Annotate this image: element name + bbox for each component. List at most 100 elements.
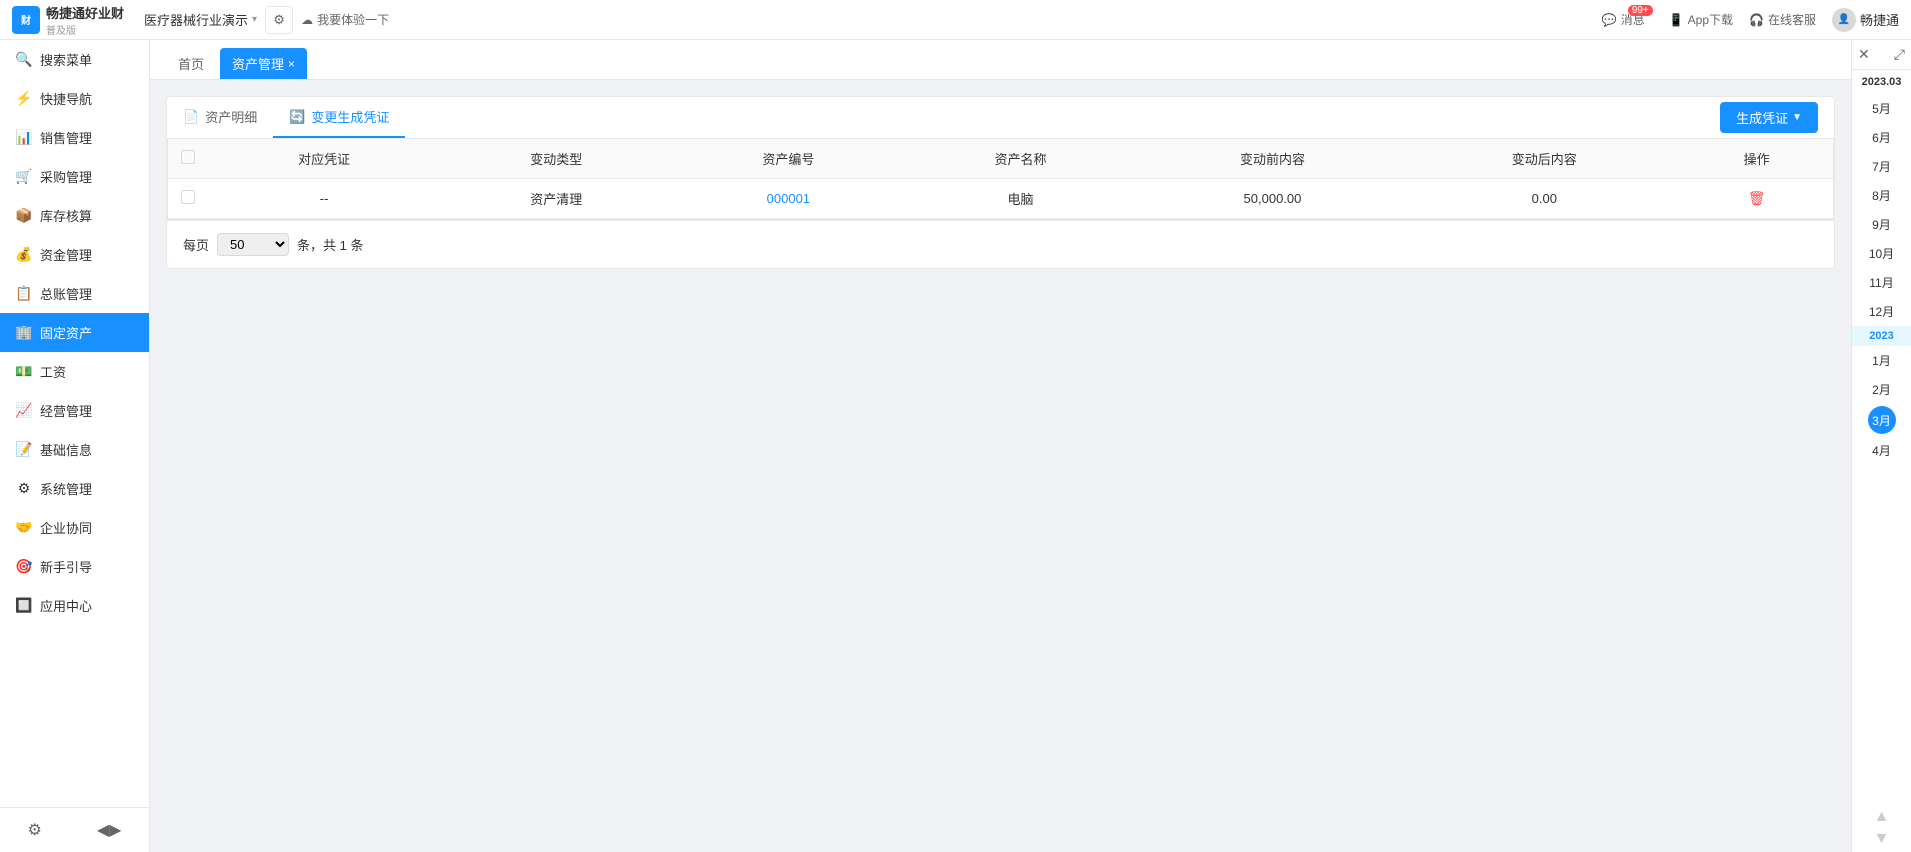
message-button[interactable]: 💬 消息 99+ xyxy=(1602,11,1645,28)
scroll-up-icon[interactable]: ▲ xyxy=(1874,808,1890,826)
sidebar-item-salary[interactable]: 💵 工资 xyxy=(0,352,149,391)
sidebar-item-ledger[interactable]: 📋 总账管理 xyxy=(0,274,149,313)
sidebar-item-operations[interactable]: 📈 经营管理 xyxy=(0,391,149,430)
month-item-2[interactable]: 2月 xyxy=(1852,375,1911,404)
sidebar: 🔍 搜索菜单 ⚡ 快捷导航 📊 销售管理 🛒 采购管理 📦 库存核算 💰 xyxy=(0,40,150,852)
table-header-row: 对应凭证 变动类型 资产编号 资产名称 变动前内容 变动后内容 操作 xyxy=(168,139,1833,179)
month-item-1[interactable]: 1月 xyxy=(1852,346,1911,375)
sub-tab-change-voucher[interactable]: 🔄 变更生成凭证 xyxy=(273,97,405,138)
year-month-label: 2023.03 xyxy=(1852,70,1911,94)
sidebar-item-label: 企业协同 xyxy=(40,518,92,537)
company-selector[interactable]: 医疗器械行业演示 ▾ xyxy=(144,10,257,29)
app-name: 畅捷通好业财 xyxy=(46,3,124,22)
row-operation-cell: 🗑 xyxy=(1680,179,1833,219)
row-before-change: 50,000.00 xyxy=(1137,179,1409,219)
panel-nav: ▲ ▼ xyxy=(1870,804,1894,852)
th-operation: 操作 xyxy=(1680,139,1833,179)
sidebar-item-basic-info[interactable]: 📝 基础信息 xyxy=(0,430,149,469)
generate-voucher-button[interactable]: 生成凭证 ▼ xyxy=(1720,102,1818,133)
row-checkbox-cell xyxy=(168,179,208,219)
salary-icon: 💵 xyxy=(16,364,32,380)
handshake-icon: 🤝 xyxy=(16,520,32,536)
sub-tabs: 📄 资产明细 🔄 变更生成凭证 xyxy=(167,97,405,138)
main-card: 📄 资产明细 🔄 变更生成凭证 生成凭证 ▼ xyxy=(166,96,1835,269)
sidebar-item-search[interactable]: 🔍 搜索菜单 xyxy=(0,40,149,79)
sidebar-item-funds[interactable]: 💰 资金管理 xyxy=(0,235,149,274)
logo-area: 财 畅捷通好业财 普及版 xyxy=(12,3,124,37)
sidebar-item-label: 采购管理 xyxy=(40,167,92,186)
month-item-3-active[interactable]: 3月 xyxy=(1868,406,1896,434)
sidebar-item-purchase[interactable]: 🛒 采购管理 xyxy=(0,157,149,196)
customer-service-button[interactable]: 🎧 在线客服 xyxy=(1749,11,1816,28)
month-item-4[interactable]: 4月 xyxy=(1852,436,1911,465)
tab-home[interactable]: 首页 xyxy=(166,48,216,79)
right-panel: ✕ ⤢ 2023.03 5月 6月 7月 8月 9月 10月 11 xyxy=(1851,40,1911,852)
sidebar-item-fixed-assets[interactable]: 🏢 固定资产 xyxy=(0,313,149,352)
row-asset-name: 电脑 xyxy=(904,179,1136,219)
scroll-down-icon[interactable]: ▼ xyxy=(1874,830,1890,848)
month-item-7[interactable]: 7月 xyxy=(1852,152,1911,181)
settings-bottom-icon[interactable]: ⚙ xyxy=(20,816,50,844)
sidebar-item-sales[interactable]: 📊 销售管理 xyxy=(0,118,149,157)
headset-icon: 🎧 xyxy=(1749,13,1764,27)
tab-close-icon[interactable]: × xyxy=(288,57,295,71)
sidebar-item-label: 搜索菜单 xyxy=(40,50,92,69)
avatar: 👤 xyxy=(1832,8,1856,32)
app-version: 普及版 xyxy=(46,22,124,37)
building-icon: 🏢 xyxy=(16,325,32,341)
sidebar-item-label: 快捷导航 xyxy=(40,89,92,108)
message-icon: 💬 xyxy=(1602,13,1617,27)
row-checkbox[interactable] xyxy=(181,190,195,204)
per-page-label: 每页 xyxy=(183,235,209,254)
close-panel-icon[interactable]: ✕ xyxy=(1856,44,1872,65)
month-item-8[interactable]: 8月 xyxy=(1852,181,1911,210)
box-icon: 📦 xyxy=(16,208,32,224)
app-logo: 财 畅捷通好业财 普及版 xyxy=(12,3,124,37)
sub-tab-asset-detail[interactable]: 📄 资产明细 xyxy=(167,97,273,138)
sidebar-bottom: ⚙ ◀▶ xyxy=(0,807,149,852)
sidebar-item-label: 基础信息 xyxy=(40,440,92,459)
sidebar-item-inventory[interactable]: 📦 库存核算 xyxy=(0,196,149,235)
table-wrapper: 对应凭证 变动类型 资产编号 资产名称 变动前内容 变动后内容 操作 xyxy=(167,139,1834,220)
sidebar-item-enterprise[interactable]: 🤝 企业协同 xyxy=(0,508,149,547)
settings-button[interactable]: ⚙ xyxy=(265,6,293,34)
sidebar-item-label: 工资 xyxy=(40,362,66,381)
sidebar-item-quicknav[interactable]: ⚡ 快捷导航 xyxy=(0,79,149,118)
month-item-9[interactable]: 9月 xyxy=(1852,210,1911,239)
info-icon: 📝 xyxy=(16,442,32,458)
collapse-icon[interactable]: ◀▶ xyxy=(89,816,130,844)
sidebar-item-guide[interactable]: 🎯 新手引导 xyxy=(0,547,149,586)
experience-button[interactable]: ☁ 我要体验一下 xyxy=(301,11,389,28)
sidebar-scroll: 🔍 搜索菜单 ⚡ 快捷导航 📊 销售管理 🛒 采购管理 📦 库存核算 💰 xyxy=(0,40,149,807)
download-icon: 📱 xyxy=(1669,13,1684,27)
pagination: 每页 10 20 50 100 条，共 1 条 xyxy=(167,220,1834,268)
message-badge: 99+ xyxy=(1628,5,1653,16)
month-item-6[interactable]: 6月 xyxy=(1852,123,1911,152)
delete-button[interactable]: 🗑 xyxy=(1748,190,1766,206)
row-after-change: 0.00 xyxy=(1408,179,1680,219)
top-header: 财 畅捷通好业财 普及版 医疗器械行业演示 ▾ ⚙ ☁ 我要体验一下 💬 消息 … xyxy=(0,0,1911,40)
expand-panel-icon[interactable]: ⤢ xyxy=(1892,44,1907,65)
th-asset-code: 资产编号 xyxy=(672,139,904,179)
select-all-checkbox[interactable] xyxy=(181,150,195,164)
user-info[interactable]: 👤 畅捷通 xyxy=(1832,8,1899,32)
cart-icon: 🛒 xyxy=(16,169,32,185)
month-item-5[interactable]: 5月 xyxy=(1852,94,1911,123)
app-download-button[interactable]: 📱 App下载 xyxy=(1669,11,1733,28)
apps-icon: 🔲 xyxy=(16,598,32,614)
tab-asset-management[interactable]: 资产管理 × xyxy=(220,48,307,79)
month-item-11[interactable]: 11月 xyxy=(1852,268,1911,297)
sidebar-item-system[interactable]: ⚙ 系统管理 xyxy=(0,469,149,508)
company-name: 医疗器械行业演示 xyxy=(144,10,248,29)
th-before-change: 变动前内容 xyxy=(1137,139,1409,179)
sidebar-item-apps[interactable]: 🔲 应用中心 xyxy=(0,586,149,625)
month-item-10[interactable]: 10月 xyxy=(1852,239,1911,268)
row-asset-code: 000001 xyxy=(672,179,904,219)
th-after-change: 变动后内容 xyxy=(1408,139,1680,179)
per-page-select[interactable]: 10 20 50 100 xyxy=(217,233,289,256)
th-voucher: 对应凭证 xyxy=(208,139,440,179)
guide-icon: 🎯 xyxy=(16,559,32,575)
month-item-12[interactable]: 12月 xyxy=(1852,297,1911,326)
doc-icon: 📄 xyxy=(183,109,199,125)
sidebar-item-label: 固定资产 xyxy=(40,323,92,342)
